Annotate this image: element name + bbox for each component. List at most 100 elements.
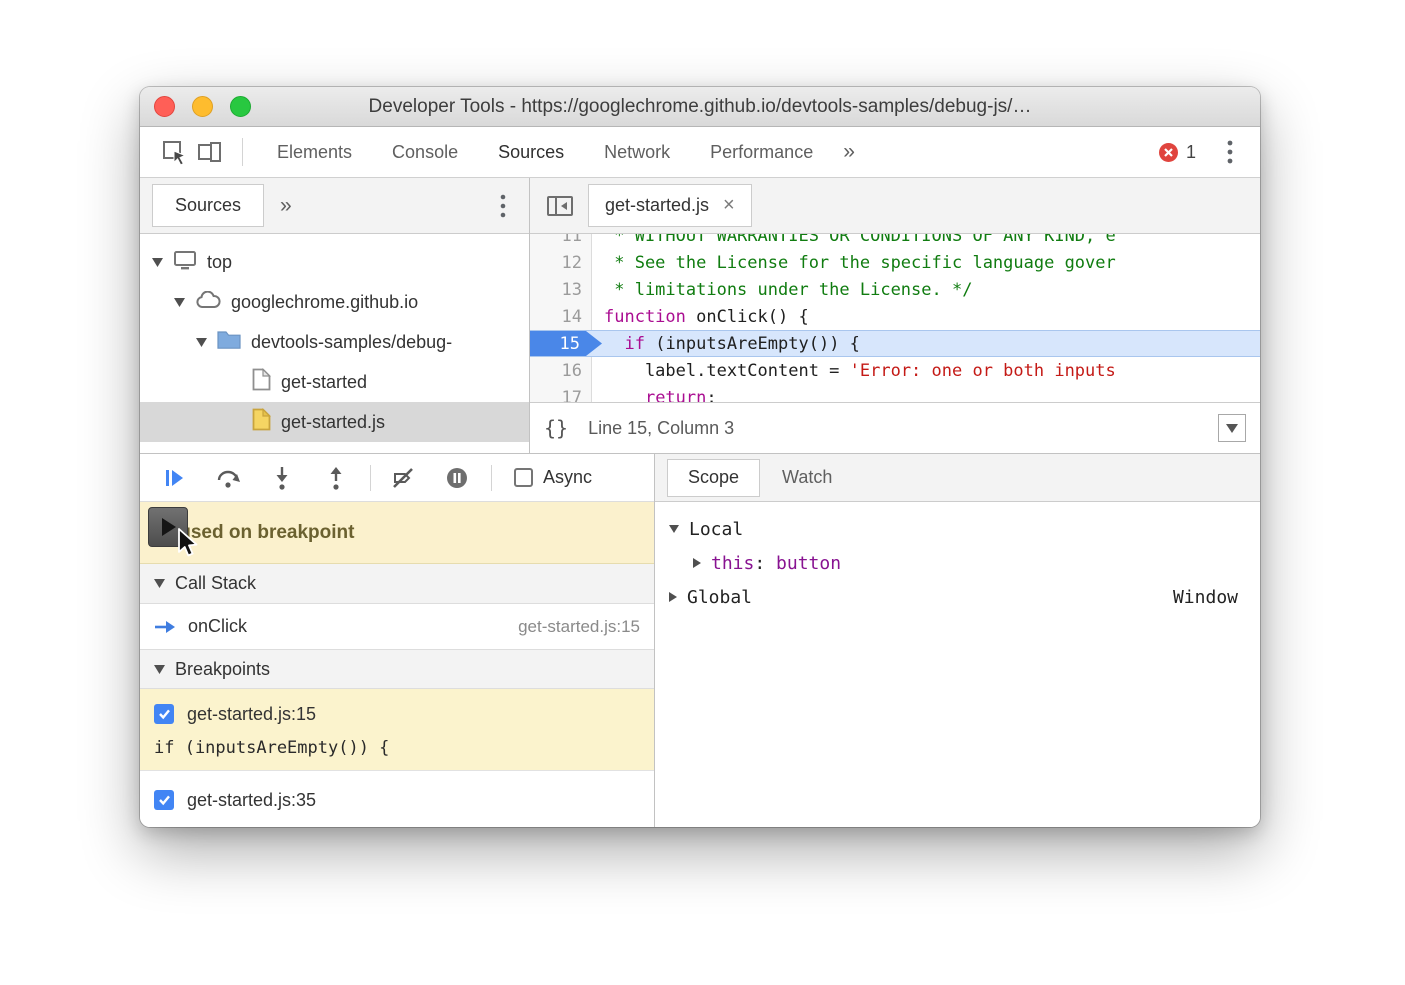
frame-location: get-started.js:15 xyxy=(518,617,640,637)
navigator-overflow-chevron[interactable]: » xyxy=(280,194,292,218)
line-number[interactable]: 14 xyxy=(530,307,592,327)
debugger-pane: Async Paused on breakpoint Call Stack on… xyxy=(140,454,655,827)
disclosure-expanded-icon[interactable] xyxy=(196,338,207,347)
device-toolbar-icon[interactable] xyxy=(192,134,228,170)
breakpoint-checkbox[interactable] xyxy=(154,704,174,724)
step-out-button[interactable] xyxy=(314,460,358,496)
step-over-button[interactable] xyxy=(206,460,250,496)
disclosure-expanded-icon[interactable] xyxy=(152,258,163,267)
scope-global-row[interactable]: Global Window xyxy=(655,580,1260,614)
tree-item-get-started-js[interactable]: get-started.js xyxy=(140,402,529,442)
traffic-lights xyxy=(154,87,251,126)
breakpoint-code: if (inputsAreEmpty()) { xyxy=(154,738,640,758)
breakpoints-header[interactable]: Breakpoints xyxy=(140,649,654,689)
code-line: 14 function onClick() { xyxy=(530,303,1260,330)
navigator-menu-icon[interactable] xyxy=(487,190,519,222)
inspect-element-icon[interactable] xyxy=(156,134,192,170)
deactivate-breakpoints-icon xyxy=(391,466,415,490)
main-menu-icon[interactable] xyxy=(1212,134,1248,170)
line-number[interactable]: 16 xyxy=(530,361,592,381)
tree-item-label: googlechrome.github.io xyxy=(231,292,418,313)
navigator-sidebar: Sources » top googlechrome.github.io xyxy=(140,178,530,453)
scope-local-row[interactable]: Local xyxy=(655,512,1260,546)
tree-item-domain[interactable]: googlechrome.github.io xyxy=(140,282,529,322)
tree-item-top[interactable]: top xyxy=(140,242,529,282)
line-number[interactable]: 17 xyxy=(530,388,592,403)
execution-line: 15 15 if (inputsAreEmpty()) { xyxy=(530,330,1260,357)
deactivate-breakpoints-button[interactable] xyxy=(381,460,425,496)
frame-name: onClick xyxy=(188,616,247,637)
toolbar-separator xyxy=(370,465,371,491)
tab-performance[interactable]: Performance xyxy=(690,127,833,177)
step-over-icon xyxy=(216,467,240,489)
cursor-icon xyxy=(176,528,202,563)
line-column-status: Line 15, Column 3 xyxy=(588,418,734,439)
line-number[interactable]: 13 xyxy=(530,280,592,300)
tab-network[interactable]: Network xyxy=(584,127,690,177)
tree-item-folder[interactable]: devtools-samples/debug- xyxy=(140,322,529,362)
check-icon xyxy=(158,708,171,720)
pause-on-exceptions-button[interactable] xyxy=(435,460,479,496)
call-stack-title: Call Stack xyxy=(175,573,256,594)
breakpoint-location: get-started.js:35 xyxy=(187,790,316,811)
line-number[interactable]: 11 xyxy=(530,234,592,246)
navigator-tab-sources[interactable]: Sources xyxy=(152,184,264,227)
disclosure-expanded-icon[interactable] xyxy=(174,298,185,307)
editor-tabbar: get-started.js × xyxy=(530,178,1260,234)
call-stack-frame[interactable]: onClick get-started.js:15 xyxy=(140,604,654,649)
scope-pane: Scope Watch Local this: button Global Wi… xyxy=(655,454,1260,827)
tab-sources[interactable]: Sources xyxy=(478,127,584,177)
close-window-button[interactable] xyxy=(154,96,175,117)
more-panels-chevron[interactable]: » xyxy=(833,127,865,177)
tab-elements[interactable]: Elements xyxy=(257,127,372,177)
play-icon xyxy=(161,518,176,536)
zoom-window-button[interactable] xyxy=(230,96,251,117)
tab-scope[interactable]: Scope xyxy=(667,459,760,497)
call-stack-header[interactable]: Call Stack xyxy=(140,564,654,604)
breakpoint-entry[interactable]: get-started.js:35 xyxy=(140,775,654,825)
async-checkbox[interactable] xyxy=(514,468,533,487)
tab-watch[interactable]: Watch xyxy=(760,467,854,488)
code-line: 13 * limitations under the License. */ xyxy=(530,276,1260,303)
resume-button[interactable] xyxy=(152,460,196,496)
toolbar-right: 1 xyxy=(1158,134,1248,170)
check-icon xyxy=(158,794,171,806)
scope-tabbar: Scope Watch xyxy=(655,454,1260,502)
line-number[interactable]: 12 xyxy=(530,253,592,273)
step-out-icon xyxy=(325,466,347,490)
drawer-toggle-button[interactable] xyxy=(1218,414,1246,442)
paused-banner: Paused on breakpoint xyxy=(140,502,654,564)
property-separator: : xyxy=(754,553,776,574)
title-bar: Developer Tools - https://googlechrome.g… xyxy=(140,87,1260,127)
disclosure-expanded-icon xyxy=(154,579,165,588)
breakpoint-entry[interactable]: get-started.js:15 if (inputsAreEmpty()) … xyxy=(140,689,654,771)
disclosure-expanded-icon xyxy=(154,665,165,674)
property-value: button xyxy=(776,553,841,574)
debugger-row: Async Paused on breakpoint Call Stack on… xyxy=(140,454,1260,827)
minimize-window-button[interactable] xyxy=(192,96,213,117)
breakpoint-checkbox[interactable] xyxy=(154,790,174,810)
folder-icon xyxy=(217,330,241,354)
editor-tab-label: get-started.js xyxy=(605,195,709,216)
sources-panel: Sources » top googlechrome.github.io xyxy=(140,178,1260,454)
code-line: 11 * WITHOUT WARRANTIES OR CONDITIONS OF… xyxy=(530,234,1260,249)
async-option: Async xyxy=(514,467,592,488)
scope-local-label: Local xyxy=(689,519,743,540)
tree-item-get-started[interactable]: get-started xyxy=(140,362,529,402)
devtools-window: Developer Tools - https://googlechrome.g… xyxy=(140,87,1260,827)
tab-close-icon[interactable]: × xyxy=(723,194,735,217)
tab-console[interactable]: Console xyxy=(372,127,478,177)
code-editor[interactable]: 11 * WITHOUT WARRANTIES OR CONDITIONS OF… xyxy=(530,234,1260,402)
scope-this-row[interactable]: this: button xyxy=(655,546,1260,580)
pretty-print-button[interactable]: {} xyxy=(544,416,568,440)
property-name: this xyxy=(711,553,754,574)
navigator-toggle-icon[interactable] xyxy=(538,186,582,226)
error-badge[interactable]: 1 xyxy=(1158,142,1202,163)
window-title: Developer Tools - https://googlechrome.g… xyxy=(140,96,1260,118)
code-line: 12 * See the License for the specific la… xyxy=(530,249,1260,276)
editor-tab-get-started-js[interactable]: get-started.js × xyxy=(588,184,752,227)
code-line: 16 label.textContent = 'Error: one or bo… xyxy=(530,357,1260,384)
tree-item-label: get-started.js xyxy=(281,412,385,433)
step-into-button[interactable] xyxy=(260,460,304,496)
breakpoint-location: get-started.js:15 xyxy=(187,704,316,725)
